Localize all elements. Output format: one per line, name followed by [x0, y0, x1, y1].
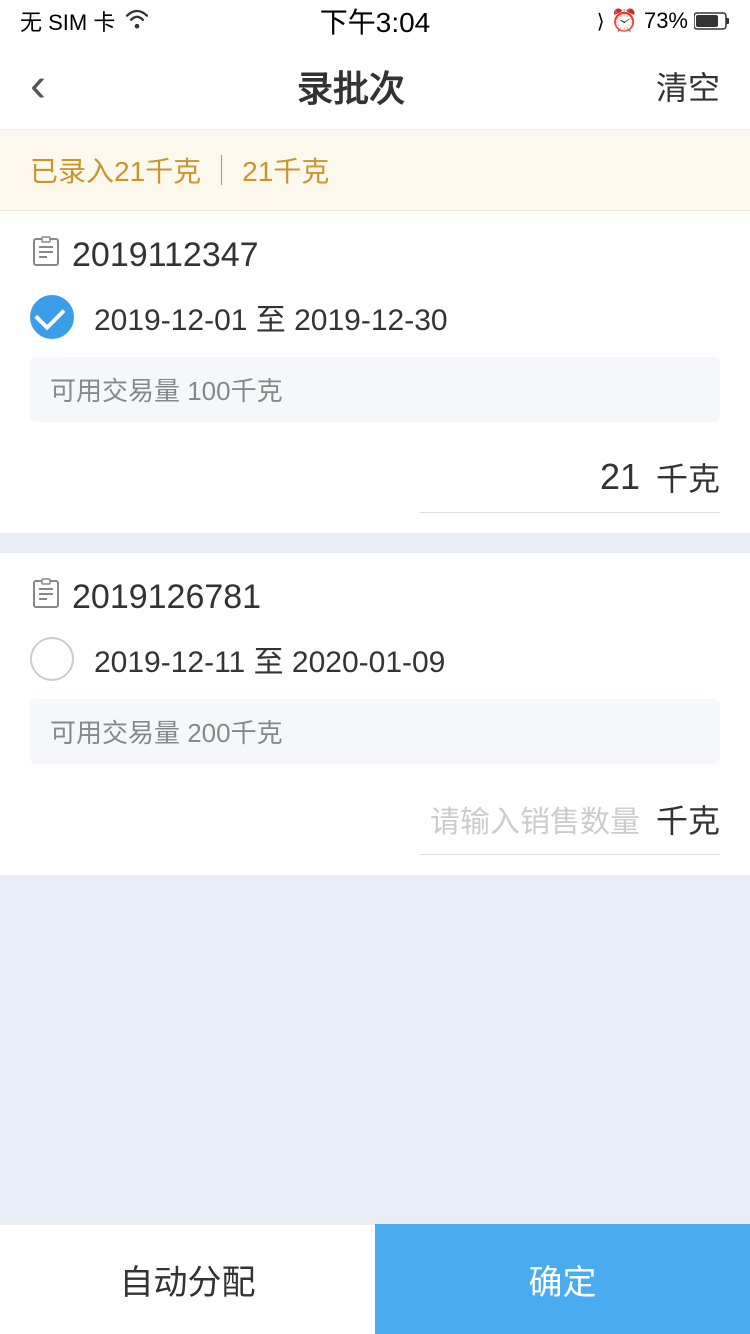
batch2-quantity-unit: 千克 [656, 796, 720, 842]
wifi-icon [123, 7, 151, 35]
batch1-date: 2019-12-01 至 2019-12-30 [94, 295, 448, 339]
status-bar: 无 SIM 卡 下午3:04 ⟩ ⏰ 73% [0, 0, 750, 42]
recorded-value: 21千克 [242, 150, 329, 190]
batch2-number: 2019126781 [72, 578, 261, 617]
batch2-row[interactable]: 2019-12-11 至 2020-01-09 [0, 627, 750, 691]
batch1-quantity-unit: 千克 [656, 454, 720, 500]
confirm-button[interactable]: 确定 [375, 1224, 750, 1334]
batch2-input-placeholder[interactable]: 请输入销售数量 [430, 797, 640, 841]
status-left: 无 SIM 卡 [20, 5, 151, 37]
batch1-header: 2019112347 [0, 211, 750, 285]
section-divider [0, 533, 750, 553]
info-banner: 已录入21千克 21千克 [0, 130, 750, 211]
empty-area [0, 875, 750, 1275]
banner-divider [221, 155, 222, 185]
batch2-date: 2019-12-11 至 2020-01-09 [94, 637, 445, 681]
alarm-icon: ⏰ [611, 8, 638, 34]
batch1-icon [30, 235, 62, 275]
batch2-quantity-row: 请输入销售数量 千克 [0, 780, 750, 850]
batch1-quantity-row: 21 千克 [0, 438, 750, 508]
batch1-avail: 可用交易量 100千克 [30, 357, 720, 422]
batch2-header: 2019126781 [0, 553, 750, 627]
carrier-text: 无 SIM 卡 [20, 5, 115, 37]
batch2-avail: 可用交易量 200千克 [30, 699, 720, 764]
auto-distribute-button[interactable]: 自动分配 [0, 1224, 375, 1334]
batch2-radio[interactable] [30, 637, 74, 681]
batch-item-1: 2019112347 2019-12-01 至 2019-12-30 可用交易量… [0, 211, 750, 533]
location-icon: ⟩ [597, 9, 605, 34]
clear-button[interactable]: 清空 [656, 63, 720, 109]
recorded-label: 已录入21千克 [30, 150, 201, 190]
batch1-quantity-value: 21 [600, 456, 640, 498]
back-button[interactable]: ‹ [30, 58, 46, 113]
bottom-bar: 自动分配 确定 [0, 1224, 750, 1334]
batch1-row[interactable]: 2019-12-01 至 2019-12-30 [0, 285, 750, 349]
batch1-radio[interactable] [30, 295, 74, 339]
status-right: ⟩ ⏰ 73% [597, 8, 730, 34]
nav-bar: ‹ 录批次 清空 [0, 42, 750, 130]
status-time: 下午3:04 [320, 1, 431, 41]
batch-item-2: 2019126781 2019-12-11 至 2020-01-09 可用交易量… [0, 553, 750, 875]
page-title: 录批次 [297, 60, 405, 112]
batch1-number: 2019112347 [72, 236, 259, 275]
page-content: 已录入21千克 21千克 2019112347 2019-12-01 至 201… [0, 130, 750, 1275]
battery-text: 73% [644, 8, 688, 34]
batch2-icon [30, 577, 62, 617]
battery-icon [694, 11, 730, 31]
